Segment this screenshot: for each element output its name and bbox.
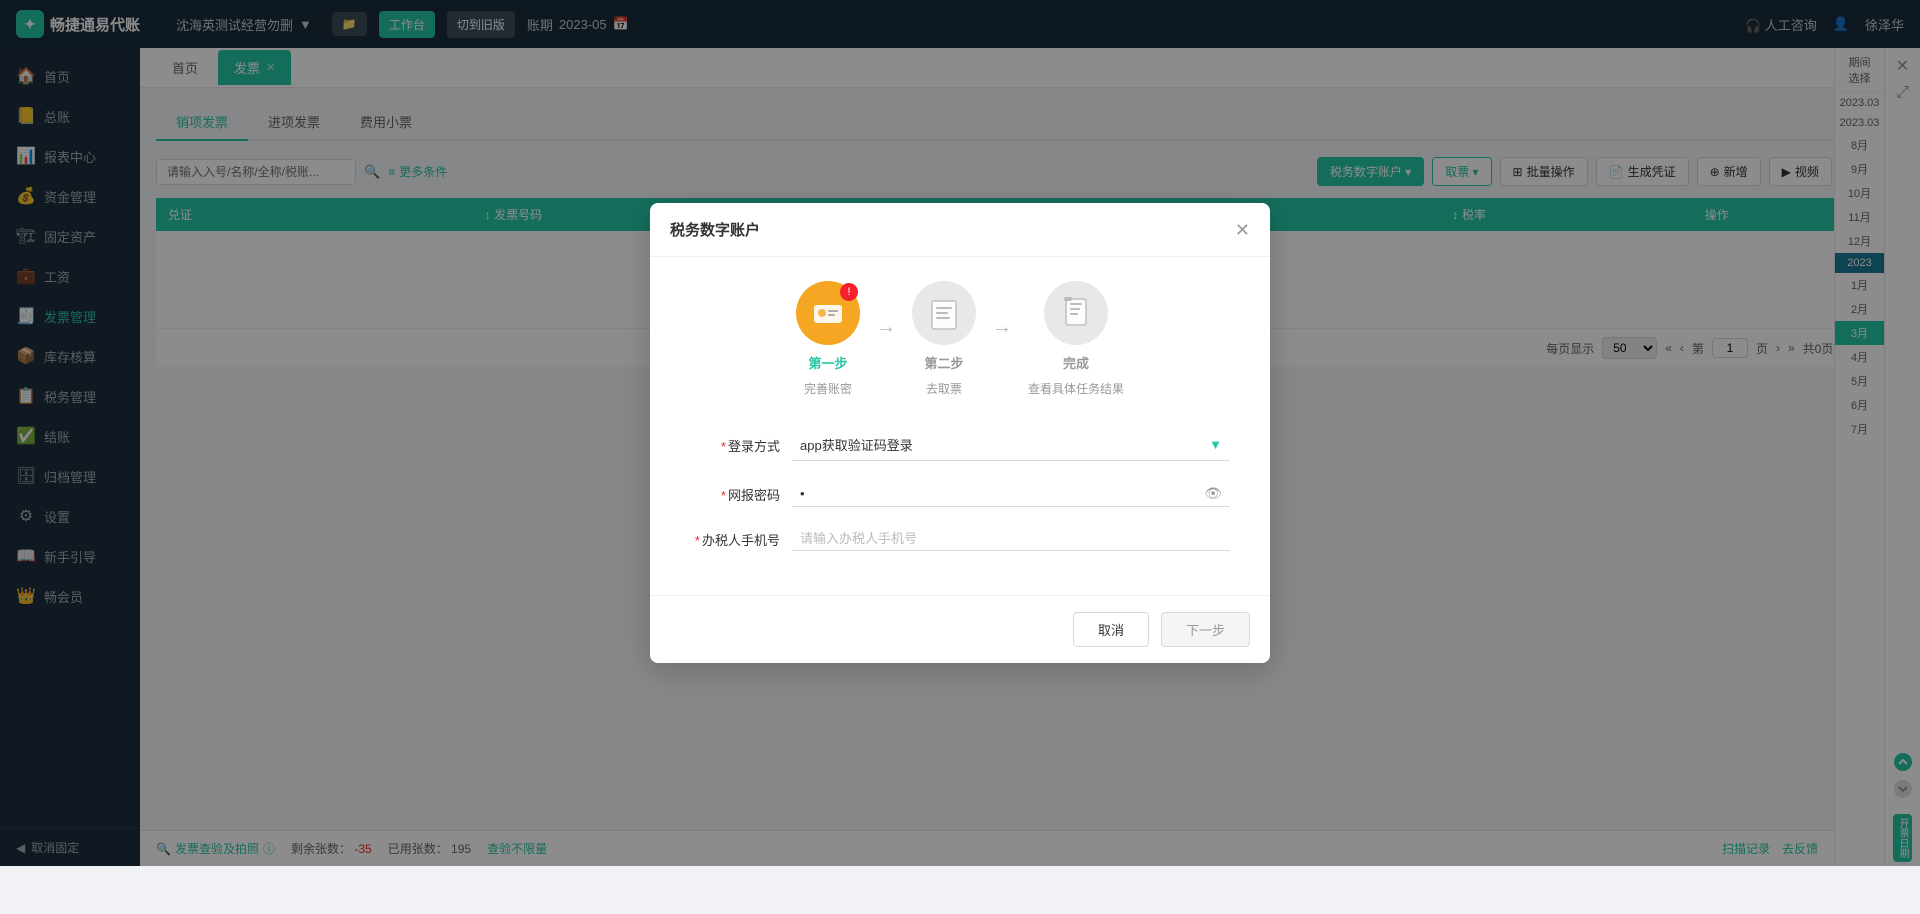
step-2-desc: 去取票 <box>926 380 962 397</box>
modal-close-button[interactable]: ✕ <box>1235 221 1250 239</box>
step-1-desc: 完善账密 <box>804 380 852 397</box>
step-arrow-1: → <box>876 316 896 339</box>
phone-label: *办税人手机号 <box>690 530 780 549</box>
step-3-label: 完成 <box>1063 353 1089 372</box>
step-1-label: 第一步 <box>808 353 847 372</box>
step-1-icon: ! <box>796 281 860 345</box>
login-method-value: app获取验证码登录 <box>800 435 913 454</box>
phone-input-wrap <box>792 527 1230 551</box>
step-3-icon <box>1044 281 1108 345</box>
step-1-error-badge: ! <box>840 283 858 301</box>
phone-input[interactable] <box>800 531 1222 546</box>
login-method-select[interactable]: app获取验证码登录 ▼ <box>792 429 1230 461</box>
step-1: ! 第一步 完善账密 <box>796 281 860 397</box>
modal-title: 税务数字账户 <box>670 219 760 240</box>
step-2-label: 第二步 <box>924 353 963 372</box>
steps-area: ! 第一步 完善账密 → <box>690 281 1230 397</box>
login-required-mark: * <box>721 439 726 454</box>
pwd-required-mark: * <box>721 488 726 503</box>
phone-row: *办税人手机号 <box>690 527 1230 551</box>
password-input-wrap: 👁 <box>792 481 1230 507</box>
step-2-icon <box>912 281 976 345</box>
modal-body: ! 第一步 完善账密 → <box>650 257 1270 595</box>
password-label: *网报密码 <box>690 485 780 504</box>
password-input[interactable] <box>800 486 1204 501</box>
password-row: *网报密码 👁 <box>690 481 1230 507</box>
next-button[interactable]: 下一步 <box>1161 612 1250 647</box>
step-3-desc: 查看具体任务结果 <box>1028 380 1124 397</box>
eye-toggle-icon[interactable]: 👁 <box>1204 485 1222 502</box>
dropdown-icon: ▼ <box>1209 437 1222 452</box>
step-arrow-2: → <box>992 316 1012 339</box>
modal-header: 税务数字账户 ✕ <box>650 203 1270 257</box>
step-2: 第二步 去取票 <box>912 281 976 397</box>
login-method-row: *登录方式 app获取验证码登录 ▼ <box>690 429 1230 461</box>
phone-required-mark: * <box>695 533 700 548</box>
step-3: 完成 查看具体任务结果 <box>1028 281 1124 397</box>
cancel-button[interactable]: 取消 <box>1073 612 1149 647</box>
tax-account-modal: 税务数字账户 ✕ ! <box>650 203 1270 663</box>
modal-footer: 取消 下一步 <box>650 595 1270 663</box>
login-method-label: *登录方式 <box>690 436 780 455</box>
modal-overlay: 税务数字账户 ✕ ! <box>0 0 1920 866</box>
